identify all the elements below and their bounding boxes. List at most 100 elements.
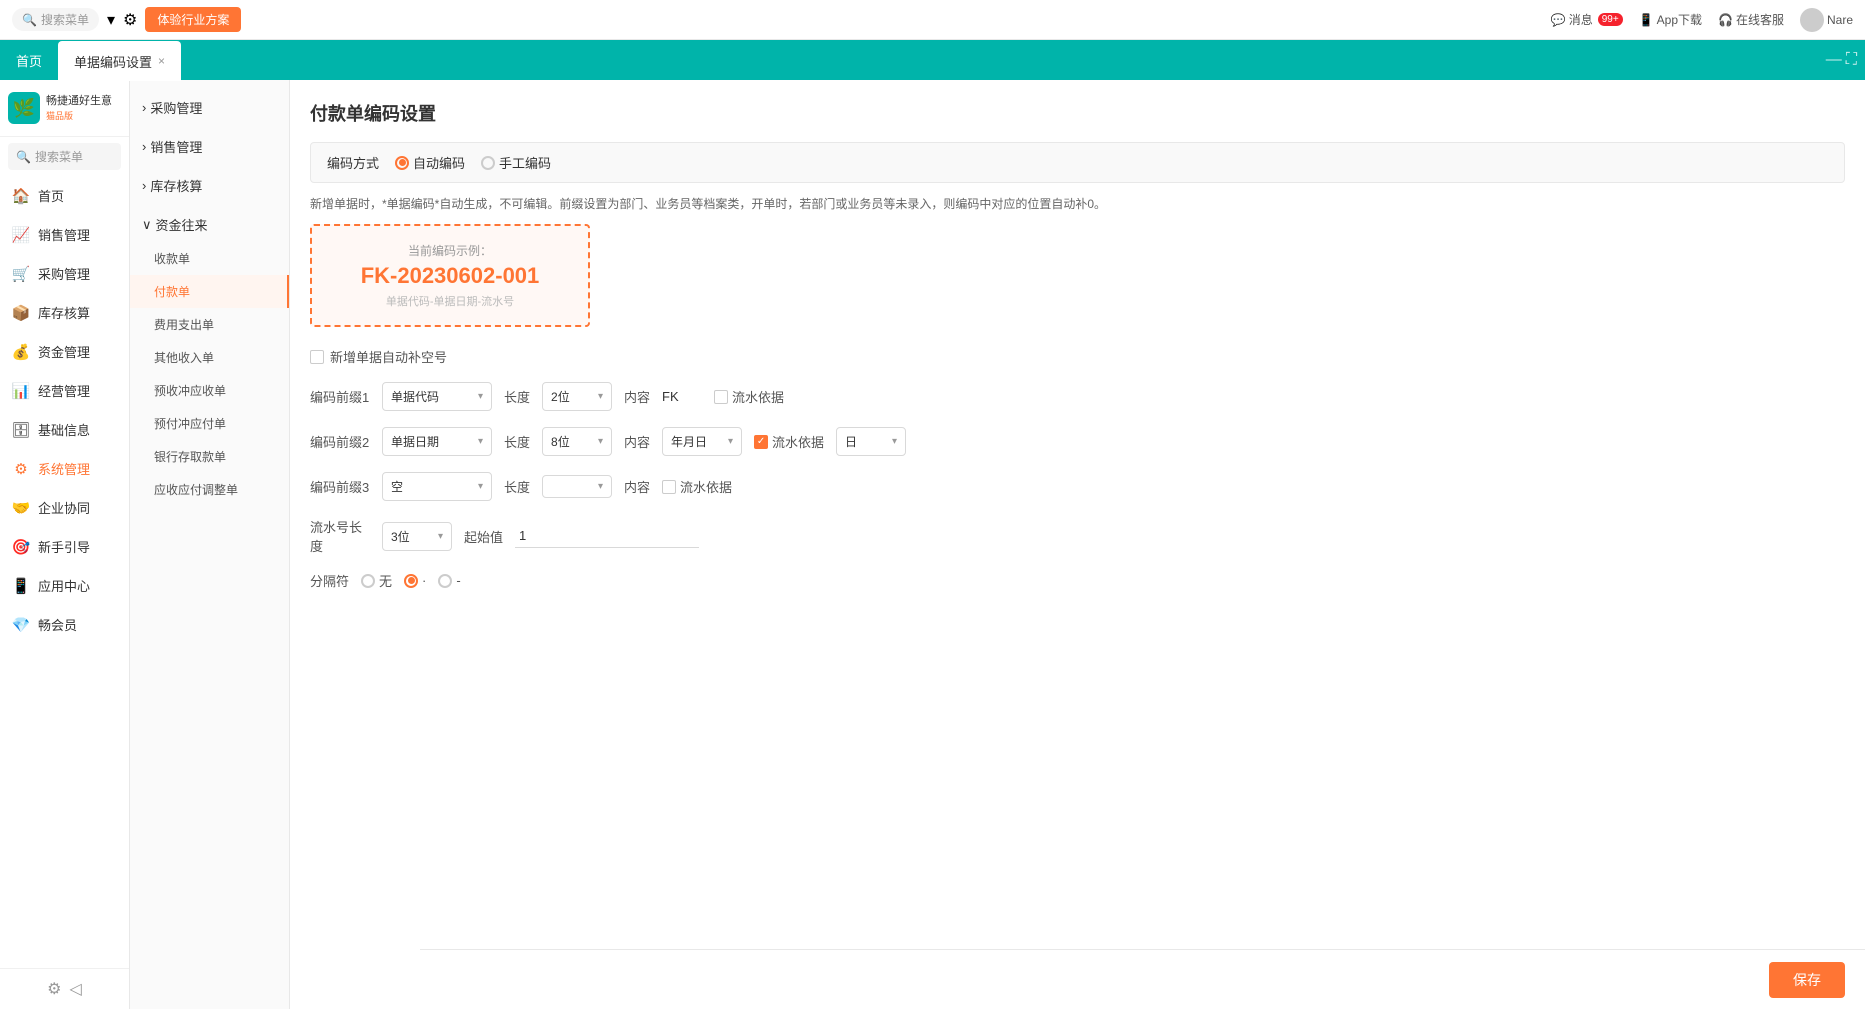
auto-fill-row[interactable]: 新增单据自动补空号 [310, 347, 1845, 366]
sidebar-item-system[interactable]: ⚙ 系统管理 [0, 449, 129, 488]
purchase-icon: 🛒 [12, 265, 30, 283]
length-2-select[interactable]: 8位 ▾ [542, 427, 612, 456]
coding-method-label: 编码方式 [327, 153, 379, 172]
chevron-down-icon: ▾ [478, 481, 483, 492]
sidebar-item-basic[interactable]: 🗄 基础信息 [0, 410, 129, 449]
sidebar-item-sales[interactable]: 📈 销售管理 [0, 215, 129, 254]
logo-sub: 猫品版 [46, 109, 112, 122]
prefix-2-select[interactable]: 单据日期 ▾ [382, 427, 492, 456]
sep-dot[interactable]: · [404, 573, 426, 588]
enterprise-icon: 🤝 [12, 499, 30, 517]
sidebar-item-enterprise[interactable]: 🤝 企业协同 [0, 488, 129, 527]
serial-check-1[interactable]: 流水依据 [714, 387, 784, 406]
sidebar-search-button[interactable]: 🔍 搜索菜单 [8, 143, 121, 170]
config-row-1: 编码前缀1 单据代码 ▾ 长度 2位 ▾ 内容 FK 流水依据 [310, 382, 1845, 411]
trial-button[interactable]: 体验行业方案 [145, 7, 241, 32]
serial-length-value: 3位 [391, 528, 410, 545]
coding-method-radio-group: 自动编码 手工编码 [395, 153, 551, 172]
sep-none[interactable]: 无 [361, 571, 392, 590]
settings-icon[interactable]: ⚙ [123, 10, 137, 30]
sidebar-item-apps[interactable]: 📱 应用中心 [0, 566, 129, 605]
content-2-select[interactable]: 年月日 ▾ [662, 427, 742, 456]
sidebar-search-area[interactable]: 🔍 搜索菜单 [0, 137, 129, 176]
serial-length-select[interactable]: 3位 ▾ [382, 522, 452, 551]
sec-group-sales-header[interactable]: › 销售管理 [130, 129, 289, 164]
sidebar-item-finance[interactable]: 💰 资金管理 [0, 332, 129, 371]
layout: 🌿 畅捷通好生意 猫品版 🔍 搜索菜单 🏠 首页 📈 销售管理 🛒 [0, 80, 1865, 1009]
prefix-1-value: 单据代码 [391, 388, 439, 405]
auto-fill-checkbox[interactable] [310, 350, 324, 364]
tab-close-icon[interactable]: × [158, 54, 165, 68]
message-icon-area[interactable]: 💬 消息 99+ [1551, 11, 1623, 28]
sidebar-item-operation[interactable]: 📊 经营管理 [0, 371, 129, 410]
prefix-1-select[interactable]: 单据代码 ▾ [382, 382, 492, 411]
user-area[interactable]: Nare [1800, 8, 1853, 32]
period-select[interactable]: 日 ▾ [836, 427, 906, 456]
sec-group-inventory-header[interactable]: › 库存核算 [130, 168, 289, 203]
chevron-down-icon: ▾ [892, 436, 897, 447]
sec-item-payment[interactable]: 付款单 [130, 275, 289, 308]
sep-none-label: 无 [379, 571, 392, 590]
sec-item-bank[interactable]: 银行存取款单 [130, 440, 289, 473]
sep-dash[interactable]: - [438, 573, 460, 588]
sec-group-label: 销售管理 [150, 137, 202, 156]
chevron-right-icon: › [142, 139, 146, 154]
chevron-right-icon: › [142, 178, 146, 193]
sidebar-nav: 🏠 首页 📈 销售管理 🛒 采购管理 📦 库存核算 💰 资金管理 📊 经 [0, 176, 129, 968]
home-tab-label: 首页 [16, 51, 42, 70]
sidebar-item-label: 新手引导 [38, 537, 90, 556]
serial-checkbox-2[interactable]: ✓ [754, 435, 768, 449]
sep-dot-dot [408, 577, 415, 584]
length-2-label: 长度 [504, 432, 530, 451]
prefix-3-select[interactable]: 空 ▾ [382, 472, 492, 501]
serial-check-2[interactable]: ✓ 流水依据 [754, 432, 824, 451]
online-service-icon-area[interactable]: 🎧 在线客服 [1718, 11, 1784, 28]
start-value-input[interactable] [515, 524, 699, 548]
sidebar-item-member[interactable]: 💎 畅会员 [0, 605, 129, 644]
dropdown-icon[interactable]: ▾ [107, 10, 115, 30]
sidebar-item-purchase[interactable]: 🛒 采购管理 [0, 254, 129, 293]
serial-checkbox-3[interactable] [662, 480, 676, 494]
save-button[interactable]: 保存 [1769, 962, 1845, 998]
sidebar-item-guide[interactable]: 🎯 新手引导 [0, 527, 129, 566]
tab-home[interactable]: 首页 [0, 40, 58, 80]
sidebar-item-home[interactable]: 🏠 首页 [0, 176, 129, 215]
minimize-button[interactable]: — [1826, 51, 1842, 69]
maximize-button[interactable]: ⛶ [1846, 51, 1857, 69]
logo-name: 畅捷通好生意 [46, 94, 112, 108]
app-download-icon-area[interactable]: 📱 App下载 [1639, 11, 1702, 28]
sec-item-adjust[interactable]: 应收应付调整单 [130, 473, 289, 506]
code-preview-label: 当前编码示例： [332, 242, 568, 259]
top-search-bar[interactable]: 🔍 搜索菜单 [12, 8, 99, 31]
sec-item-pre-payment[interactable]: 预付冲应付单 [130, 407, 289, 440]
sec-item-other-income[interactable]: 其他收入单 [130, 341, 289, 374]
operation-icon: 📊 [12, 382, 30, 400]
tab-current[interactable]: 单据编码设置 × [58, 41, 181, 81]
sidebar-item-label: 基础信息 [38, 420, 90, 439]
sec-item-pre-receipt[interactable]: 预收冲应收单 [130, 374, 289, 407]
serial-check-3[interactable]: 流水依据 [662, 477, 732, 496]
code-preview-hint: 单据代码-单据日期-流水号 [332, 293, 568, 309]
manual-radio-circle [481, 156, 495, 170]
logo-area: 🌿 畅捷通好生意 猫品版 [0, 80, 129, 137]
config-row-2: 编码前缀2 单据日期 ▾ 长度 8位 ▾ 内容 年月日 ▾ [310, 427, 1845, 456]
sec-group-purchase-header[interactable]: › 采购管理 [130, 90, 289, 125]
sec-item-receipt[interactable]: 收款单 [130, 242, 289, 275]
length-1-value: 2位 [551, 388, 570, 405]
sidebar-settings-button[interactable]: ⚙ [47, 979, 61, 999]
sec-group-inventory: › 库存核算 [130, 168, 289, 203]
sec-item-expense[interactable]: 费用支出单 [130, 308, 289, 341]
sidebar-collapse-button[interactable]: ◁ [70, 979, 82, 999]
separator-row: 分隔符 无 · [310, 571, 1845, 590]
message-badge: 99+ [1598, 13, 1623, 26]
sec-group-finance-header[interactable]: ∨ 资金往来 [130, 207, 289, 242]
auto-coding-radio[interactable]: 自动编码 [395, 153, 465, 172]
manual-coding-radio[interactable]: 手工编码 [481, 153, 551, 172]
serial-checkbox-1[interactable] [714, 390, 728, 404]
length-1-select[interactable]: 2位 ▾ [542, 382, 612, 411]
prefix-2-value: 单据日期 [391, 433, 439, 450]
sidebar-item-inventory[interactable]: 📦 库存核算 [0, 293, 129, 332]
length-3-select[interactable]: ▾ [542, 475, 612, 498]
period-value: 日 [845, 433, 857, 450]
sep-none-radio [361, 574, 375, 588]
